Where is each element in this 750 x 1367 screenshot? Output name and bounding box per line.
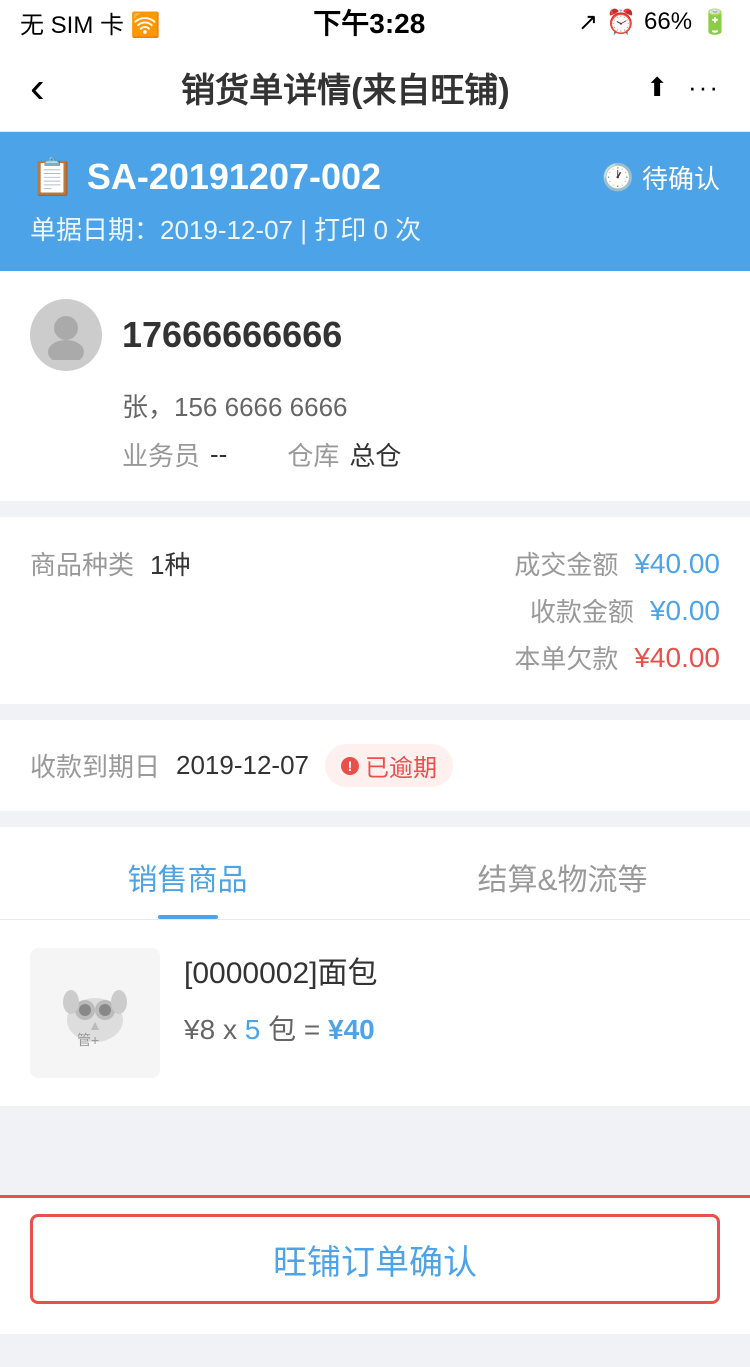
received-amount-row: 收款金额 ¥0.00 bbox=[530, 592, 720, 629]
nav-left: ‹ bbox=[30, 63, 45, 113]
product-type-label: 商品种类 bbox=[30, 545, 134, 582]
product-details: [0000002]面包 ¥8 x 5 包 = ¥40 bbox=[184, 948, 720, 1048]
order-header-top: 📋 SA-20191207-002 🕐 待确认 bbox=[30, 156, 720, 198]
product-total: ¥40 bbox=[328, 1014, 375, 1045]
product-thumbnail: 管+ bbox=[30, 948, 160, 1078]
tab-sales-products[interactable]: 销售商品 bbox=[0, 827, 375, 919]
avatar bbox=[30, 299, 102, 371]
amounts-block: 成交金额 ¥40.00 收款金额 ¥0.00 本单欠款 ¥40.00 bbox=[514, 545, 720, 676]
location-icon: ↗ bbox=[578, 8, 598, 37]
status-left: 无 SIM 卡 🛜 bbox=[20, 5, 161, 40]
nav-bar: ‹ 销货单详情(来自旺铺) ⬆ ··· bbox=[0, 44, 750, 132]
warehouse-label: 仓库 bbox=[287, 436, 339, 473]
date-value: 2019-12-07 bbox=[160, 215, 293, 245]
product-unit: 包 bbox=[268, 1014, 296, 1045]
due-date-value: 2019-12-07 bbox=[176, 750, 309, 781]
order-header-card: 📋 SA-20191207-002 🕐 待确认 单据日期：2019-12-07 … bbox=[0, 132, 750, 271]
status-right: ↗ ⏰ 66% 🔋 bbox=[578, 8, 730, 37]
summary-card: 商品种类 1种 成交金额 ¥40.00 收款金额 ¥0.00 本单欠款 ¥40.… bbox=[0, 517, 750, 704]
table-row: 管+ [0000002]面包 ¥8 x 5 包 = ¥40 bbox=[0, 920, 750, 1107]
salesman-field: 业务员 -- bbox=[122, 436, 227, 473]
order-number: 📋 SA-20191207-002 bbox=[30, 156, 381, 198]
svg-text:管+: 管+ bbox=[77, 1032, 99, 1048]
customer-name-info: 张，156 6666 6666 bbox=[30, 387, 720, 424]
tab-settlement-label: 结算&物流等 bbox=[477, 864, 647, 897]
no-sim-text: 无 SIM 卡 🛜 bbox=[20, 5, 161, 40]
product-type-field: 商品种类 1种 bbox=[30, 545, 190, 582]
overdue-icon: ! bbox=[341, 757, 359, 775]
customer-top: 17666666666 bbox=[30, 299, 720, 371]
product-quantity: 5 bbox=[245, 1014, 261, 1045]
status-time: 下午3:28 bbox=[313, 2, 425, 42]
tab-sales-products-label: 销售商品 bbox=[128, 864, 248, 897]
product-type-value: 1种 bbox=[150, 545, 190, 582]
back-button[interactable]: ‹ bbox=[30, 63, 45, 113]
owed-amount-value: ¥40.00 bbox=[634, 642, 720, 674]
owed-amount-label: 本单欠款 bbox=[514, 639, 618, 676]
more-button[interactable]: ··· bbox=[688, 72, 720, 103]
battery-text: 66% bbox=[644, 8, 692, 36]
confirm-order-button[interactable]: 旺铺订单确认 bbox=[30, 1214, 720, 1304]
order-status: 🕐 待确认 bbox=[602, 159, 720, 196]
nav-right: ⬆ ··· bbox=[646, 72, 720, 103]
overdue-badge: ! 已逾期 bbox=[325, 744, 453, 787]
salesman-label: 业务员 bbox=[122, 436, 200, 473]
summary-row: 商品种类 1种 成交金额 ¥40.00 收款金额 ¥0.00 本单欠款 ¥40.… bbox=[30, 545, 720, 676]
warehouse-field: 仓库 总仓 bbox=[287, 436, 401, 473]
alarm-icon: ⏰ bbox=[606, 8, 636, 37]
due-date-card: 收款到期日 2019-12-07 ! 已逾期 bbox=[0, 720, 750, 811]
tab-settlement[interactable]: 结算&物流等 bbox=[375, 827, 750, 919]
owed-amount-row: 本单欠款 ¥40.00 bbox=[514, 639, 720, 676]
product-calc: ¥8 x 5 包 = ¥40 bbox=[184, 1008, 720, 1048]
product-price: ¥8 bbox=[184, 1014, 215, 1045]
print-info: | 打印 0 次 bbox=[293, 215, 421, 245]
tabs-bar: 销售商品 结算&物流等 bbox=[0, 827, 750, 920]
product-equals: = bbox=[304, 1014, 328, 1045]
product-multiply: x bbox=[223, 1014, 245, 1045]
battery-icon: 🔋 bbox=[700, 8, 730, 37]
due-date-label: 收款到期日 bbox=[30, 747, 160, 784]
deal-amount-value: ¥40.00 bbox=[634, 548, 720, 580]
status-bar: 无 SIM 卡 🛜 下午3:28 ↗ ⏰ 66% 🔋 bbox=[0, 0, 750, 44]
deal-amount-row: 成交金额 ¥40.00 bbox=[514, 545, 720, 582]
product-name: [0000002]面包 bbox=[184, 948, 720, 992]
order-status-text: 待确认 bbox=[642, 159, 720, 196]
overdue-text: 已逾期 bbox=[365, 748, 437, 783]
order-date: 单据日期：2019-12-07 | 打印 0 次 bbox=[30, 210, 720, 247]
warehouse-value: 总仓 bbox=[349, 436, 401, 473]
date-label: 单据日期： bbox=[30, 215, 160, 245]
salesman-value: -- bbox=[210, 439, 227, 470]
customer-meta: 业务员 -- 仓库 总仓 bbox=[30, 436, 720, 473]
customer-phone: 17666666666 bbox=[122, 314, 342, 356]
share-button[interactable]: ⬆ bbox=[646, 72, 668, 103]
received-amount-value: ¥0.00 bbox=[650, 595, 720, 627]
customer-card: 17666666666 张，156 6666 6666 业务员 -- 仓库 总仓 bbox=[0, 271, 750, 501]
clock-icon: 🕐 bbox=[602, 162, 634, 193]
order-number-text: SA-20191207-002 bbox=[87, 156, 381, 198]
order-icon: 📋 bbox=[30, 156, 75, 198]
product-thumb-icon: 管+ bbox=[55, 970, 135, 1057]
confirm-button-wrapper: 旺铺订单确认 bbox=[0, 1195, 750, 1334]
deal-amount-label: 成交金额 bbox=[514, 545, 618, 582]
received-amount-label: 收款金额 bbox=[530, 592, 634, 629]
product-list: 管+ [0000002]面包 ¥8 x 5 包 = ¥40 bbox=[0, 920, 750, 1107]
page-title: 销货单详情(来自旺铺) bbox=[181, 63, 510, 112]
